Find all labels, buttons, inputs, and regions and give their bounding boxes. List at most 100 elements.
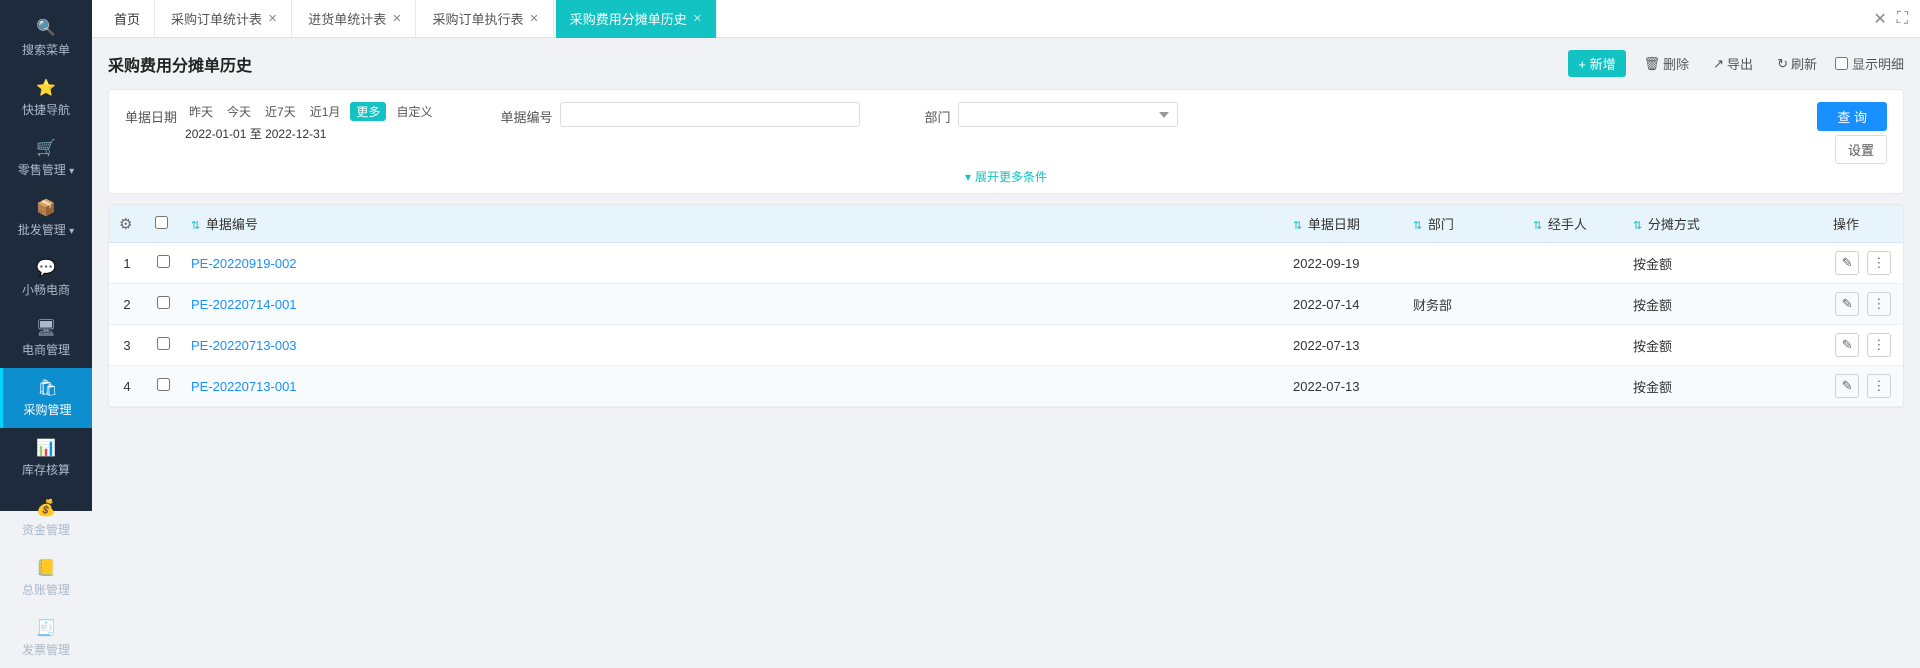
- expand-more-section: ▾ 展开更多条件: [125, 168, 1887, 185]
- close-all-tabs-icon[interactable]: ✕: [1873, 9, 1886, 29]
- date-range-value: 2022-01-01 至 2022-12-31: [185, 125, 436, 142]
- page-title: 采购费用分摊单历史: [108, 52, 252, 76]
- docno-link-3[interactable]: PE-20220713-001: [191, 379, 297, 394]
- export-button[interactable]: ↗ 导出: [1707, 50, 1759, 77]
- main-content: 首页 采购订单统计表 ✕ 进货单统计表 ✕ 采购订单执行表 ✕ 采购费用分摊单历…: [92, 0, 1920, 511]
- date-filter-section: 单据日期 昨天 今天 近7天 近1月 更多 自定义 2022-01-01 至 2…: [125, 102, 436, 142]
- sidebar-item-ecommerce[interactable]: 🖥 电商管理: [0, 308, 92, 368]
- sidebar-item-retail[interactable]: 🛒 零售管理 ▾: [0, 128, 92, 188]
- row-ops-2: ✎ ⋮: [1823, 325, 1903, 366]
- col-header-date[interactable]: ⇅ 单据日期: [1283, 205, 1403, 243]
- finance-icon: 💰: [4, 498, 88, 518]
- sort-date-icon: ⇅: [1293, 220, 1302, 232]
- row-more-2[interactable]: ⋮: [1867, 333, 1891, 357]
- docno-link-1[interactable]: PE-20220714-001: [191, 297, 297, 312]
- filter-settings-button[interactable]: 设置: [1835, 135, 1887, 164]
- row-more-0[interactable]: ⋮: [1867, 251, 1891, 275]
- row-checkbox-3[interactable]: [145, 366, 181, 407]
- row-select-3[interactable]: [157, 378, 170, 391]
- delete-button[interactable]: 🗑 删除: [1638, 50, 1696, 77]
- tab-bar: 首页 采购订单统计表 ✕ 进货单统计表 ✕ 采购订单执行表 ✕ 采购费用分摊单历…: [92, 0, 1920, 38]
- sort-method-icon: ⇅: [1633, 220, 1642, 232]
- dept-select[interactable]: 财务部: [958, 102, 1178, 127]
- row-checkbox-2[interactable]: [145, 325, 181, 366]
- tab-home[interactable]: 首页: [100, 0, 155, 38]
- row-ops-1: ✎ ⋮: [1823, 284, 1903, 325]
- tag-1month[interactable]: 近1月: [306, 102, 345, 121]
- filter-bar: 单据日期 昨天 今天 近7天 近1月 更多 自定义 2022-01-01 至 2…: [108, 89, 1904, 194]
- data-table: ⚙ ⇅ 单据编号 ⇅ 单据日期: [108, 204, 1904, 408]
- tab-bar-actions: ✕ ⛶: [1873, 9, 1908, 29]
- sidebar-item-accounting[interactable]: 📒 总账管理: [0, 548, 92, 608]
- docno-filter-label: 单据编号: [500, 102, 552, 126]
- row-docno-2: PE-20220713-003: [181, 325, 1283, 366]
- show-cols-checkbox[interactable]: [1835, 57, 1848, 70]
- chevron-down-icon: ▾: [965, 170, 971, 184]
- row-num-3: 4: [109, 366, 145, 407]
- sort-docno-icon: ⇅: [191, 220, 200, 232]
- row-date-0: 2022-09-19: [1283, 243, 1403, 284]
- tag-yesterday[interactable]: 昨天: [185, 102, 217, 121]
- tag-today[interactable]: 今天: [223, 102, 255, 121]
- tag-more[interactable]: 更多: [350, 102, 386, 121]
- filter-actions: 查 询 设置: [1817, 102, 1887, 164]
- row-checkbox-1[interactable]: [145, 284, 181, 325]
- col-header-method[interactable]: ⇅ 分摊方式: [1623, 205, 1823, 243]
- expand-more-button[interactable]: ▾ 展开更多条件: [965, 168, 1047, 185]
- sidebar-item-invoice[interactable]: 🧾 发票管理: [0, 608, 92, 668]
- table-header-row: ⚙ ⇅ 单据编号 ⇅ 单据日期: [109, 205, 1903, 243]
- row-select-2[interactable]: [157, 337, 170, 350]
- sidebar-item-purchase[interactable]: 🛍 采购管理: [0, 368, 92, 428]
- close-tab-purchase-order-stats[interactable]: ✕: [268, 12, 277, 25]
- row-dept-0: [1403, 243, 1523, 284]
- maximize-icon[interactable]: ⛶: [1897, 10, 1908, 28]
- row-handler-1: [1523, 284, 1623, 325]
- accounting-icon: 📒: [4, 558, 88, 578]
- docno-input[interactable]: [560, 102, 860, 127]
- purchase-icon: 🛍: [7, 378, 88, 398]
- row-checkbox-0[interactable]: [145, 243, 181, 284]
- tab-inbound-stats[interactable]: 进货单统计表 ✕: [294, 0, 416, 38]
- docno-filter-section: 单据编号: [500, 102, 860, 127]
- row-more-1[interactable]: ⋮: [1867, 292, 1891, 316]
- sidebar-item-search[interactable]: 🔍 搜索菜单: [0, 8, 92, 68]
- refresh-button[interactable]: ↻ 刷新: [1771, 50, 1823, 77]
- tag-custom[interactable]: 自定义: [392, 102, 436, 121]
- docno-link-2[interactable]: PE-20220713-003: [191, 338, 297, 353]
- toolbar: + 新增 🗑 删除 ↗ 导出 ↻ 刷新 显示明细: [1568, 50, 1904, 77]
- col-header-docno[interactable]: ⇅ 单据编号: [181, 205, 1283, 243]
- sidebar-item-finance[interactable]: 💰 资金管理: [0, 488, 92, 548]
- sidebar-item-wholesale[interactable]: 📦 批发管理 ▾: [0, 188, 92, 248]
- close-tab-purchase-order-exec[interactable]: ✕: [530, 12, 539, 25]
- col-header-dept[interactable]: ⇅ 部门: [1403, 205, 1523, 243]
- row-ops-3: ✎ ⋮: [1823, 366, 1903, 407]
- row-edit-0[interactable]: ✎: [1835, 251, 1859, 275]
- tab-purchase-order-stats[interactable]: 采购订单统计表 ✕: [157, 0, 292, 38]
- close-tab-inbound-stats[interactable]: ✕: [392, 12, 401, 25]
- close-tab-purchase-cost-history[interactable]: ✕: [693, 12, 702, 25]
- row-edit-3[interactable]: ✎: [1835, 374, 1859, 398]
- row-select-1[interactable]: [157, 296, 170, 309]
- col-header-handler[interactable]: ⇅ 经手人: [1523, 205, 1623, 243]
- select-all-checkbox[interactable]: [155, 216, 168, 229]
- tab-purchase-order-exec[interactable]: 采购订单执行表 ✕: [418, 0, 553, 38]
- query-button[interactable]: 查 询: [1817, 102, 1887, 131]
- sidebar-item-inventory[interactable]: 📊 库存核算: [0, 428, 92, 488]
- sidebar-item-quicknav[interactable]: ⭐ 快捷导航: [0, 68, 92, 128]
- row-select-0[interactable]: [157, 255, 170, 268]
- row-method-3: 按金额: [1623, 366, 1823, 407]
- row-edit-2[interactable]: ✎: [1835, 333, 1859, 357]
- row-edit-1[interactable]: ✎: [1835, 292, 1859, 316]
- row-more-3[interactable]: ⋮: [1867, 374, 1891, 398]
- tab-purchase-cost-history[interactable]: 采购费用分摊单历史 ✕: [556, 0, 717, 38]
- table-settings-icon[interactable]: ⚙: [119, 216, 132, 233]
- docno-link-0[interactable]: PE-20220919-002: [191, 256, 297, 271]
- add-button[interactable]: + 新增: [1568, 50, 1625, 77]
- sidebar-item-wechat[interactable]: 💬 小畅电商: [0, 248, 92, 308]
- tag-7days[interactable]: 近7天: [261, 102, 300, 121]
- search-icon: 🔍: [4, 18, 88, 38]
- filter-row: 单据日期 昨天 今天 近7天 近1月 更多 自定义 2022-01-01 至 2…: [125, 102, 1887, 164]
- show-cols-toggle[interactable]: 显示明细: [1835, 54, 1904, 73]
- row-date-1: 2022-07-14: [1283, 284, 1403, 325]
- row-num-2: 3: [109, 325, 145, 366]
